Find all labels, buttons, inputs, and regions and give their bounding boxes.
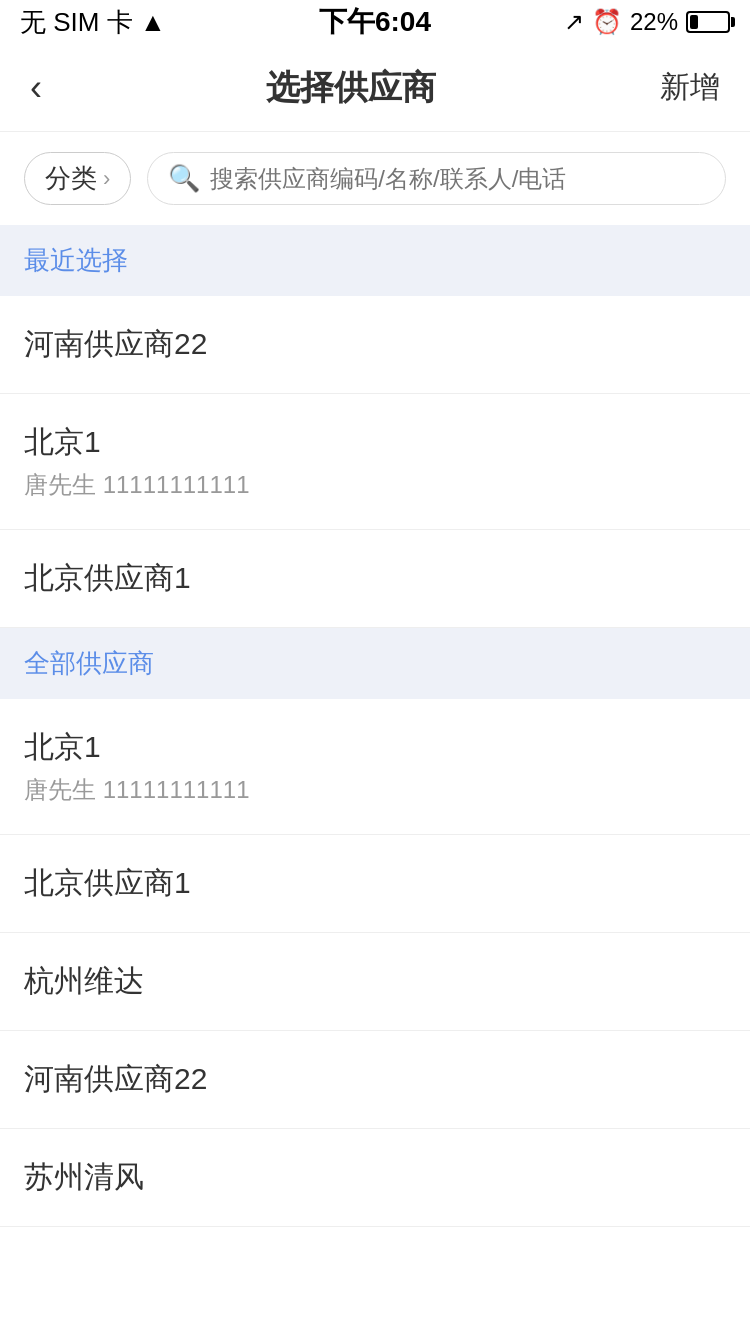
search-box[interactable]: 🔍 bbox=[147, 152, 726, 205]
list-item[interactable]: 河南供应商22 bbox=[0, 1031, 750, 1129]
chevron-right-icon: › bbox=[103, 166, 110, 192]
list-item[interactable]: 北京供应商1 bbox=[0, 530, 750, 628]
status-time: 下午6:04 bbox=[319, 3, 431, 41]
supplier-list: 最近选择河南供应商22 北京1 唐先生 11111111111 北京供应商1 全部供应商… bbox=[0, 225, 750, 1227]
supplier-name: 北京供应商1 bbox=[24, 863, 726, 904]
status-left: 无 SIM 卡 ▲ bbox=[20, 5, 166, 40]
supplier-name: 北京供应商1 bbox=[24, 558, 726, 599]
list-item[interactable]: 苏州清风 bbox=[0, 1129, 750, 1227]
list-item[interactable]: 北京1 唐先生 11111111111 bbox=[0, 699, 750, 835]
list-item[interactable]: 北京1 唐先生 11111111111 bbox=[0, 394, 750, 530]
list-item[interactable]: 北京供应商1 bbox=[0, 835, 750, 933]
category-button[interactable]: 分类 › bbox=[24, 152, 131, 205]
status-bar: 无 SIM 卡 ▲ 下午6:04 ↗ ⏰ 22% bbox=[0, 0, 750, 44]
search-icon: 🔍 bbox=[168, 163, 200, 194]
supplier-name: 北京1 bbox=[24, 727, 726, 768]
section-header-recent: 最近选择 bbox=[0, 225, 750, 296]
battery-icon bbox=[686, 11, 730, 33]
supplier-contact: 唐先生 11111111111 bbox=[24, 774, 726, 806]
status-right: ↗ ⏰ 22% bbox=[564, 8, 730, 36]
filter-bar: 分类 › 🔍 bbox=[0, 132, 750, 225]
supplier-name: 北京1 bbox=[24, 422, 726, 463]
supplier-name: 杭州维达 bbox=[24, 961, 726, 1002]
list-item[interactable]: 河南供应商22 bbox=[0, 296, 750, 394]
supplier-name: 河南供应商22 bbox=[24, 324, 726, 365]
add-button[interactable]: 新增 bbox=[660, 67, 720, 108]
back-button[interactable]: ‹ bbox=[30, 67, 42, 109]
category-label: 分类 bbox=[45, 161, 97, 196]
battery-percent: 22% bbox=[630, 8, 678, 36]
page-title: 选择供应商 bbox=[266, 65, 436, 111]
section-header-all: 全部供应商 bbox=[0, 628, 750, 699]
supplier-contact: 唐先生 11111111111 bbox=[24, 469, 726, 501]
sim-text: 无 SIM 卡 ▲ bbox=[20, 5, 166, 40]
location-icon: ↗ bbox=[564, 8, 584, 36]
search-input[interactable] bbox=[210, 165, 705, 193]
supplier-name: 河南供应商22 bbox=[24, 1059, 726, 1100]
list-item[interactable]: 杭州维达 bbox=[0, 933, 750, 1031]
nav-bar: ‹ 选择供应商 新增 bbox=[0, 44, 750, 132]
supplier-name: 苏州清风 bbox=[24, 1157, 726, 1198]
alarm-icon: ⏰ bbox=[592, 8, 622, 36]
